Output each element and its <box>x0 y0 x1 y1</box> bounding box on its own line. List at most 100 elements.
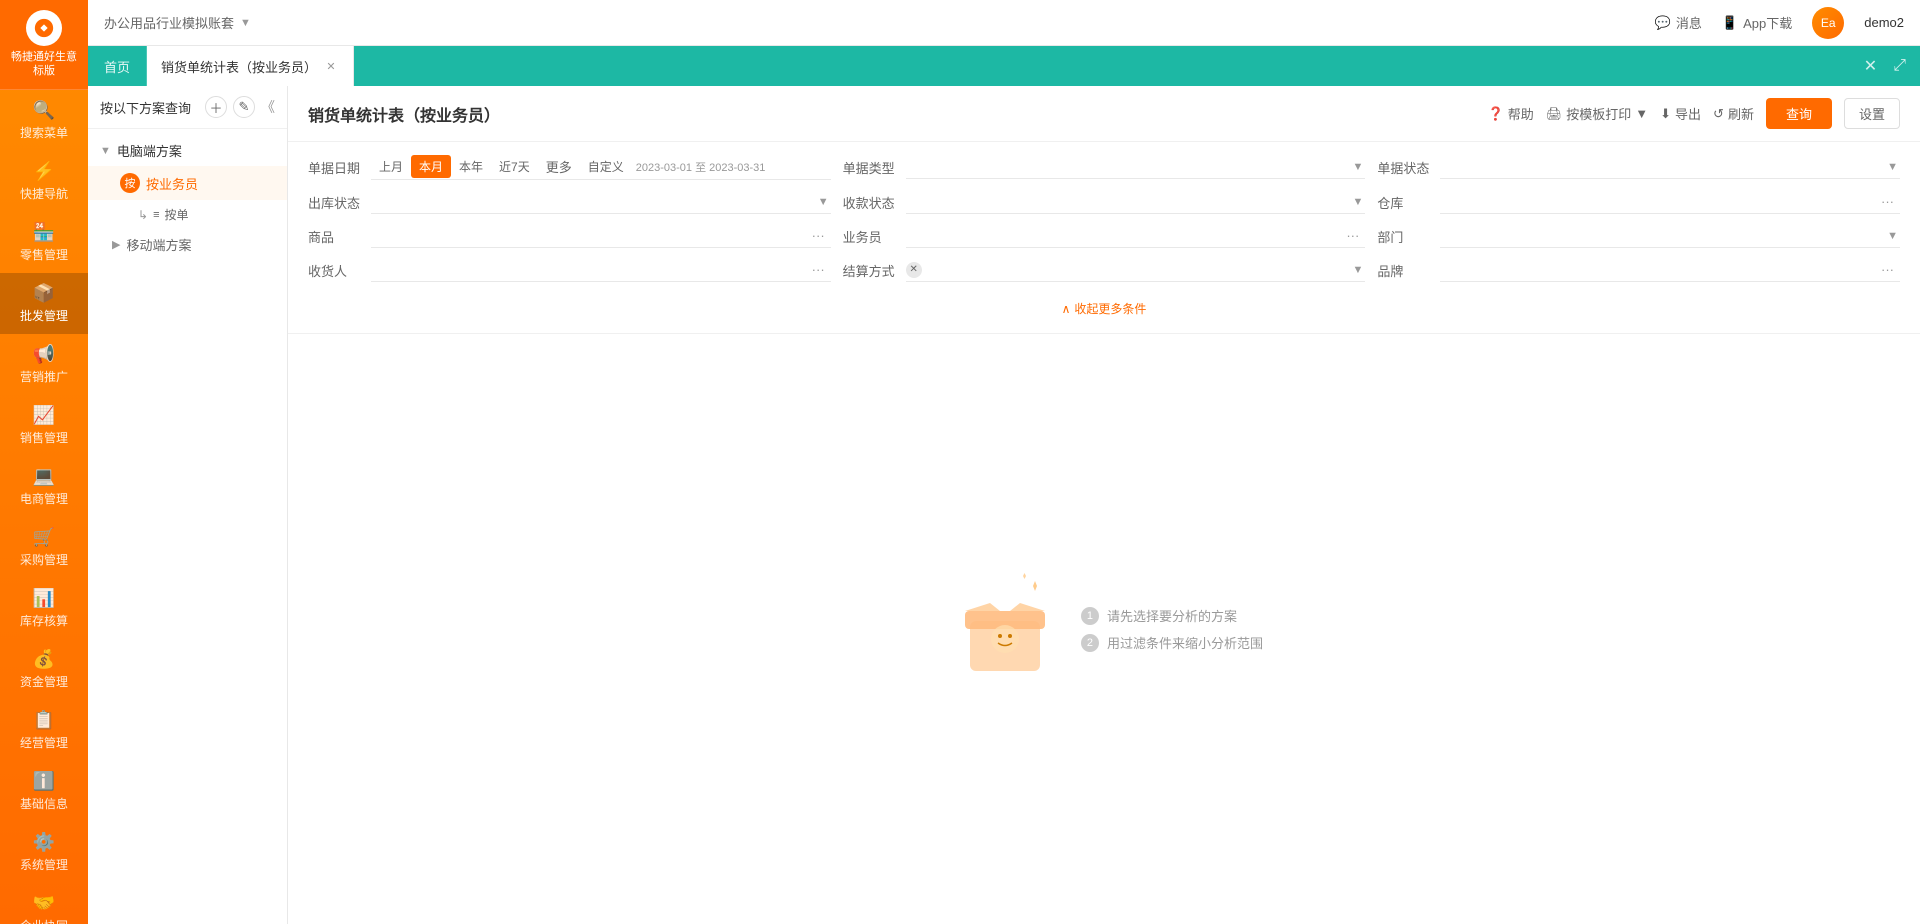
brand-more-icon[interactable]: ··· <box>1875 258 1900 281</box>
sidebar-item-collab[interactable]: 🤝 企业协同 <box>0 883 88 924</box>
sidebar-item-operation[interactable]: 📋 经营管理 <box>0 700 88 761</box>
sidebar-item-finance[interactable]: 💰 资金管理 <box>0 639 88 700</box>
empty-steps: 1 请先选择要分析的方案 2 用过滤条件来缩小分析范围 <box>1081 606 1263 652</box>
tab-close-btn[interactable]: ✕ <box>323 58 339 74</box>
sidebar-item-ecommerce[interactable]: 💻 电商管理 <box>0 456 88 517</box>
collapse-icon: ∧ <box>1062 302 1071 316</box>
export-btn[interactable]: ⬇ 导出 <box>1660 104 1701 123</box>
topbar-right: 💬 消息 📱 App下载 Ea demo2 <box>1655 7 1904 39</box>
settlement-select[interactable] <box>926 258 1366 281</box>
out-status-select-wrapper: ▼ <box>371 190 831 214</box>
tree-arrow-desktop: ▼ <box>100 145 111 157</box>
settlement-clear-btn[interactable]: ✕ <box>906 262 922 278</box>
sidebar-item-marketing[interactable]: 📢 营销推广 <box>0 334 88 395</box>
topbar-dropdown-arrow[interactable]: ▼ <box>240 17 251 29</box>
logo-icon <box>26 10 62 46</box>
tree-item-by-salesperson[interactable]: 按 按业务员 <box>88 166 287 200</box>
sidebar-item-inventory[interactable]: 📊 库存核算 <box>0 578 88 639</box>
download-btn[interactable]: 📱 App下载 <box>1722 13 1792 32</box>
salesperson-scheme-icon: 按 <box>120 173 140 193</box>
doc-type-select-wrapper: ▼ <box>906 155 1366 179</box>
page-header: 销货单统计表（按业务员） ❓ 帮助 🖨 按模板打印 ▼ ⬇ 导出 <box>288 86 1920 142</box>
refresh-btn[interactable]: ↺ 刷新 <box>1713 104 1754 123</box>
filter-row-4: 收货人 ··· 结算方式 ✕ ▼ <box>308 258 1900 282</box>
tab-home[interactable]: 首页 <box>88 46 147 86</box>
page-title: 销货单统计表（按业务员） <box>308 102 500 126</box>
out-status-field: 出库状态 ▼ <box>308 190 831 214</box>
pay-status-select[interactable] <box>906 190 1366 213</box>
brand-select[interactable] <box>1440 258 1875 281</box>
receiver-field: 收货人 ··· <box>308 258 831 282</box>
collapse-filters-btn[interactable]: ∧ 收起更多条件 <box>308 292 1900 321</box>
warehouse-field: 仓库 ··· <box>1377 190 1900 214</box>
settings-button[interactable]: 设置 <box>1844 98 1900 129</box>
warehouse-select[interactable] <box>1440 190 1875 213</box>
out-status-select[interactable] <box>371 190 831 213</box>
page-header-actions: ❓ 帮助 🖨 按模板打印 ▼ ⬇ 导出 ↺ 刷新 <box>1488 98 1900 129</box>
date-tab-7days[interactable]: 近7天 <box>491 155 538 178</box>
left-panel-header-actions: ＋ ✎ 《 <box>205 96 275 118</box>
warehouse-label: 仓库 <box>1377 193 1432 212</box>
message-icon: 💬 <box>1655 15 1671 31</box>
date-tab-this-month[interactable]: 本月 <box>411 155 451 178</box>
date-tab-custom[interactable]: 自定义 <box>580 155 632 178</box>
query-button[interactable]: 查询 <box>1766 98 1832 129</box>
sidebar-item-system[interactable]: ⚙️ 系统管理 <box>0 822 88 883</box>
department-select[interactable] <box>1440 224 1900 247</box>
salesperson-field: 业务员 ··· <box>843 224 1366 248</box>
help-btn[interactable]: ❓ 帮助 <box>1488 104 1534 123</box>
date-tab-this-year[interactable]: 本年 <box>451 155 491 178</box>
goods-more-icon[interactable]: ··· <box>806 224 831 247</box>
sidebar-item-purchase[interactable]: 🛒 采购管理 <box>0 517 88 578</box>
username[interactable]: demo2 <box>1864 15 1904 30</box>
operation-icon: 📋 <box>33 710 55 731</box>
sidebar-item-basic-info-label: 基础信息 <box>20 795 68 812</box>
messages-btn[interactable]: 💬 消息 <box>1655 13 1702 32</box>
sidebar-item-wholesale[interactable]: 📦 批发管理 <box>0 273 88 334</box>
print-dropdown-icon[interactable]: ▼ <box>1635 106 1648 121</box>
brand-label: 品牌 <box>1377 261 1432 280</box>
add-scheme-btn[interactable]: ＋ <box>205 96 227 118</box>
avatar[interactable]: Ea <box>1812 7 1844 39</box>
receiver-more-icon[interactable]: ··· <box>806 258 831 281</box>
tree-sub-item-by-order[interactable]: ↳ ≡ 按单 <box>88 200 287 229</box>
empty-step-1: 1 请先选择要分析的方案 <box>1081 606 1263 625</box>
date-tab-more[interactable]: 更多 <box>538 154 580 179</box>
tab-expand-icon[interactable]: ⤢ <box>1889 53 1910 79</box>
receiver-select[interactable] <box>371 258 806 281</box>
sidebar-item-quicknav[interactable]: ⚡ 快捷导航 <box>0 151 88 212</box>
sidebar-item-sales[interactable]: 📈 销售管理 <box>0 395 88 456</box>
salesperson-select[interactable] <box>906 224 1341 247</box>
step-num-1: 1 <box>1081 607 1099 625</box>
tab-close-all-icon[interactable]: ✕ <box>1860 52 1881 80</box>
sidebar-item-search[interactable]: 🔍 搜索菜单 <box>0 90 88 151</box>
empty-state: 1 请先选择要分析的方案 2 用过滤条件来缩小分析范围 <box>288 334 1920 924</box>
pay-status-select-wrapper: ▼ <box>906 190 1366 214</box>
sidebar-item-quicknav-label: 快捷导航 <box>20 185 68 202</box>
collapse-left-panel-btn[interactable]: 《 <box>261 97 275 117</box>
date-tab-last-month[interactable]: 上月 <box>371 155 411 178</box>
sidebar-item-retail[interactable]: 🏪 零售管理 <box>0 212 88 273</box>
date-field: 单据日期 上月 本月 本年 近7天 更多 自定义 2023-03-01 至 20… <box>308 154 831 180</box>
tabbar-actions: ✕ ⤢ <box>1850 46 1920 86</box>
tree-arrow-mobile: ▶ <box>112 238 120 251</box>
salesperson-more-icon[interactable]: ··· <box>1340 224 1365 247</box>
sidebar-item-inventory-label: 库存核算 <box>20 612 68 629</box>
receiver-select-wrapper: ··· <box>371 258 831 282</box>
doc-status-select[interactable] <box>1440 155 1900 178</box>
warehouse-more-icon[interactable]: ··· <box>1875 190 1900 213</box>
tree-group-mobile-header[interactable]: ▶ 移动端方案 <box>88 229 287 260</box>
goods-select[interactable] <box>371 224 806 247</box>
sidebar-item-basic-info[interactable]: ℹ️ 基础信息 <box>0 761 88 822</box>
edit-scheme-btn[interactable]: ✎ <box>233 96 255 118</box>
doc-status-label: 单据状态 <box>1377 158 1432 177</box>
sidebar-item-operation-label: 经营管理 <box>20 734 68 751</box>
print-btn[interactable]: 🖨 按模板打印 ▼ <box>1546 104 1648 123</box>
tree-group-desktop-header[interactable]: ▼ 电脑端方案 <box>88 135 287 166</box>
tab-active[interactable]: 销货单统计表（按业务员） ✕ <box>147 46 354 86</box>
doc-type-label: 单据类型 <box>843 158 898 177</box>
empty-content-row: 1 请先选择要分析的方案 2 用过滤条件来缩小分析范围 <box>945 561 1263 697</box>
doc-type-field: 单据类型 ▼ <box>843 154 1366 180</box>
settlement-field: 结算方式 ✕ ▼ <box>843 258 1366 282</box>
doc-type-select[interactable] <box>906 155 1366 178</box>
